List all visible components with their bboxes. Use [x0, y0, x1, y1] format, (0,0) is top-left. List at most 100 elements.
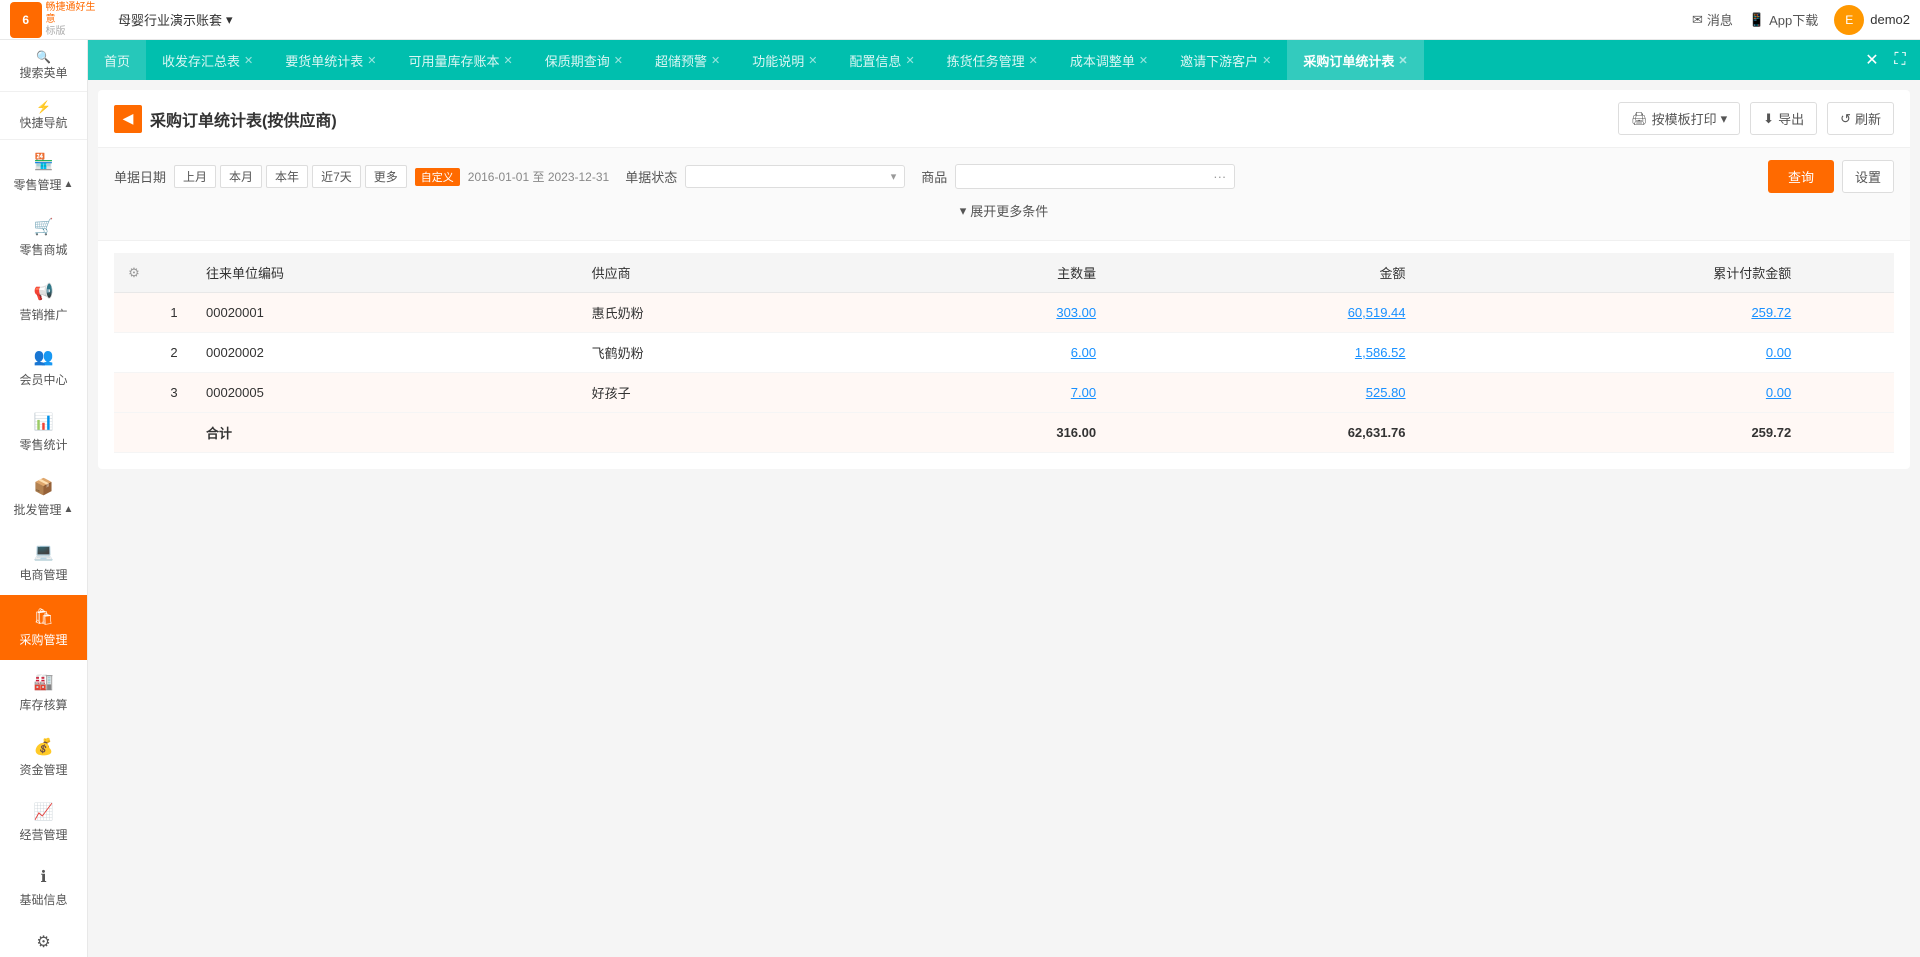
tab-overstock-warning-label: 超储预警 — [655, 51, 707, 70]
tab-purchase-stats[interactable]: 采购订单统计表 ✕ — [1287, 40, 1423, 80]
tab-purchase-stats-close[interactable]: ✕ — [1398, 54, 1407, 67]
workspace-selector[interactable]: 母婴行业演示账套 ▾ — [118, 10, 237, 29]
table-settings-icon[interactable]: ⚙ — [128, 265, 140, 280]
footer-seq-cell — [154, 413, 194, 453]
retail-stats-icon: 📊 — [34, 412, 54, 432]
settings-button[interactable]: 设置 — [1842, 160, 1894, 193]
tab-invite-downstream[interactable]: 邀请下游客户 ✕ — [1164, 40, 1287, 80]
date-this-month[interactable]: 本月 — [220, 165, 262, 188]
col-header-quantity: 主数量 — [867, 253, 1108, 293]
sidebar-item-retail-stats[interactable]: 📊 零售统计 — [0, 400, 87, 465]
tab-home-label: 首页 — [104, 51, 130, 70]
tab-cost-adjust-close[interactable]: ✕ — [1139, 54, 1148, 67]
tab-expiry-query[interactable]: 保质期查询 ✕ — [529, 40, 639, 80]
tab-pick-task[interactable]: 拣货任务管理 ✕ — [931, 40, 1054, 80]
sidebar-item-ecommerce[interactable]: 💻 电商管理 — [0, 530, 87, 595]
goods-more-icon[interactable]: ··· — [1213, 169, 1226, 184]
sidebar-label-inventory: 库存核算 — [19, 696, 67, 713]
nav-tabs: 首页 收发存汇总表 ✕ 要货单统计表 ✕ 可用量库存账本 ✕ 保质期查询 ✕ 超… — [88, 40, 1920, 80]
date-filter-label: 单据日期 — [114, 167, 166, 186]
status-select[interactable]: ▾ — [685, 165, 905, 188]
col-header-amount: 金额 — [1108, 253, 1417, 293]
col-header-supplier-code: 往来单位编码 — [194, 253, 580, 293]
row-paid-amount[interactable]: 0.00 — [1418, 333, 1804, 373]
row-amount[interactable]: 1,586.52 — [1108, 333, 1417, 373]
tab-usable-inventory[interactable]: 可用量库存账本 ✕ — [392, 40, 528, 80]
tab-collection-summary[interactable]: 收发存汇总表 ✕ — [146, 40, 269, 80]
row-paid-amount[interactable]: 259.72 — [1418, 293, 1804, 333]
tab-overstock-warning-close[interactable]: ✕ — [711, 54, 720, 67]
footer-settings-cell — [114, 413, 154, 453]
system-icon: ⚙ — [36, 932, 50, 952]
query-button[interactable]: 查询 — [1768, 160, 1834, 193]
app-download-button[interactable]: 📱 App下载 — [1749, 10, 1818, 29]
tab-overstock-warning[interactable]: 超储预警 ✕ — [639, 40, 736, 80]
tab-expiry-query-close[interactable]: ✕ — [614, 54, 623, 67]
row-paid-amount[interactable]: 0.00 — [1418, 373, 1804, 413]
goods-input[interactable]: ··· — [955, 164, 1235, 189]
tab-purchase-order-stats[interactable]: 要货单统计表 ✕ — [269, 40, 392, 80]
tab-cost-adjust[interactable]: 成本调整单 ✕ — [1054, 40, 1164, 80]
page-inner: ◀ 采购订单统计表(按供应商) 🖨 按模板打印 ▾ ⬇ 导出 — [98, 90, 1910, 469]
tab-maximize-button[interactable]: ⛶ — [1888, 48, 1912, 72]
sidebar-item-member[interactable]: 👥 会员中心 — [0, 335, 87, 400]
refresh-button[interactable]: ↺ 刷新 — [1827, 102, 1894, 135]
tab-pick-task-close[interactable]: ✕ — [1029, 54, 1038, 67]
tab-config-info-close[interactable]: ✕ — [905, 54, 914, 67]
date-more[interactable]: 更多 — [365, 165, 407, 188]
table-header-row: ⚙ 往来单位编码 供应商 主数量 金额 累计付款金额 — [114, 253, 1894, 293]
tab-close-all-button[interactable]: ✕ — [1860, 48, 1884, 72]
print-dropdown-icon: ▾ — [1721, 111, 1728, 127]
row-seq: 2 — [154, 333, 194, 373]
tab-usable-inventory-label: 可用量库存账本 — [408, 51, 499, 70]
user-profile[interactable]: E demo2 — [1834, 5, 1910, 35]
sidebar-item-marketing[interactable]: 📢 营销推广 — [0, 270, 87, 335]
sidebar-search[interactable]: 🔍 搜索英单 — [0, 40, 87, 92]
row-supplier-name: 惠氏奶粉 — [580, 293, 867, 333]
expand-more-button[interactable]: ▾ 展开更多条件 — [114, 193, 1894, 228]
row-supplier-name: 好孩子 — [580, 373, 867, 413]
date-last-7-days[interactable]: 近7天 — [312, 165, 361, 188]
footer-extra-cell — [1803, 413, 1894, 453]
tab-purchase-stats-label: 采购订单统计表 — [1303, 51, 1394, 70]
tab-function-desc[interactable]: 功能说明 ✕ — [736, 40, 833, 80]
sidebar-quick-nav[interactable]: ⚡ 快捷导航 — [0, 92, 87, 140]
sidebar-item-system[interactable]: ⚙ 系统管理 — [0, 920, 87, 957]
sidebar-item-basic-info[interactable]: ℹ 基础信息 — [0, 855, 87, 920]
print-icon: 🖨 — [1631, 111, 1648, 127]
row-supplier-code: 00020005 — [194, 373, 580, 413]
date-last-month[interactable]: 上月 — [174, 165, 216, 188]
tab-function-desc-close[interactable]: ✕ — [808, 54, 817, 67]
sidebar-item-wholesale[interactable]: 📦 批发管理 ▲ — [0, 465, 87, 530]
tab-config-info[interactable]: 配置信息 ✕ — [833, 40, 930, 80]
row-quantity[interactable]: 7.00 — [867, 373, 1108, 413]
sidebar-label-retail-management: 零售管理 — [14, 176, 62, 193]
sidebar-item-retail-management[interactable]: 🏪 零售管理 ▲ — [0, 140, 87, 205]
row-quantity[interactable]: 303.00 — [867, 293, 1108, 333]
tab-usable-inventory-close[interactable]: ✕ — [504, 54, 513, 67]
row-amount[interactable]: 525.80 — [1108, 373, 1417, 413]
sidebar-item-inventory[interactable]: 🏭 库存核算 — [0, 660, 87, 725]
template-print-button[interactable]: 🖨 按模板打印 ▾ — [1618, 102, 1740, 135]
date-this-year[interactable]: 本年 — [266, 165, 308, 188]
page-header: ◀ 采购订单统计表(按供应商) 🖨 按模板打印 ▾ ⬇ 导出 — [98, 90, 1910, 148]
footer-label-cell: 合计 — [194, 413, 580, 453]
logo-icon: 6 — [10, 2, 42, 38]
inventory-icon: 🏭 — [34, 672, 54, 692]
tab-collection-summary-close[interactable]: ✕ — [244, 54, 253, 67]
tab-invite-downstream-close[interactable]: ✕ — [1262, 54, 1271, 67]
row-quantity[interactable]: 6.00 — [867, 333, 1108, 373]
sidebar-label-marketing: 营销推广 — [19, 306, 67, 323]
sidebar-item-purchase[interactable]: 🛍 采购管理 — [0, 595, 87, 660]
table-row: 2 00020002 飞鹤奶粉 6.00 1,586.52 0.00 — [114, 333, 1894, 373]
sidebar-item-retail-store[interactable]: 🛒 零售商城 — [0, 205, 87, 270]
tab-home[interactable]: 首页 — [88, 40, 146, 80]
export-button[interactable]: ⬇ 导出 — [1750, 102, 1817, 135]
sidebar-item-finance[interactable]: 💰 资金管理 — [0, 725, 87, 790]
message-button[interactable]: ✉ 消息 — [1692, 10, 1733, 29]
sidebar-item-operations[interactable]: 📈 经营管理 — [0, 790, 87, 855]
filter-area: 单据日期 上月 本月 本年 近7天 更多 自定义 2016-01-01 至 20… — [98, 148, 1910, 241]
row-amount[interactable]: 60,519.44 — [1108, 293, 1417, 333]
collapse-sidebar-button[interactable]: ◀ — [114, 105, 142, 133]
tab-purchase-order-close[interactable]: ✕ — [367, 54, 376, 67]
